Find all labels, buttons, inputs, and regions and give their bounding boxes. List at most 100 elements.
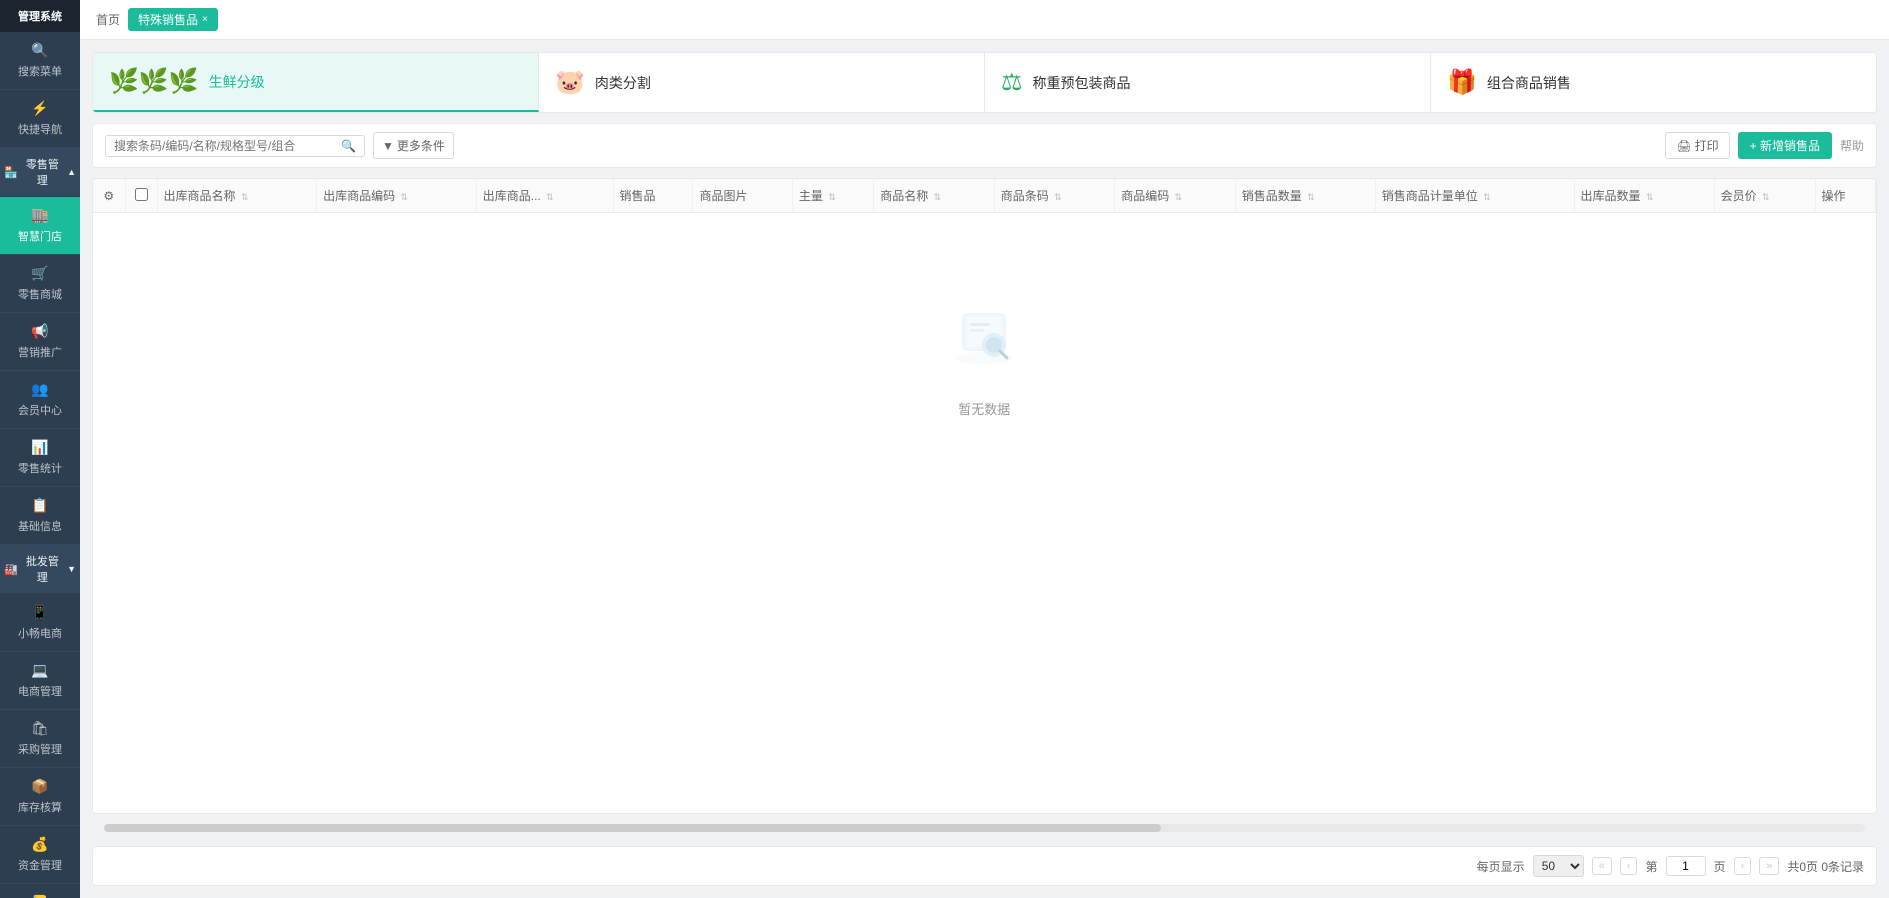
sidebar-item-sales-promo[interactable]: 📢 营销推广 (0, 313, 80, 371)
sidebar-item-label: 小畅电商 (18, 625, 62, 641)
empty-icon (944, 293, 1024, 387)
empty-text: 暂无数据 (958, 399, 1010, 418)
th-member-price[interactable]: 会员价 ⇅ (1714, 179, 1815, 213)
settings-icon: ⚙ (103, 189, 114, 203)
retail-mgmt-icon: 🏪 (4, 166, 18, 179)
sidebar-item-mini-ecom[interactable]: 📱 小畅电商 (0, 594, 80, 652)
fresh-grade-icon: 🌿🌿🌿 (109, 67, 199, 96)
tab-scale-prepack-label: 称重预包装商品 (1033, 73, 1131, 93)
sidebar-item-inventory-check[interactable]: 📦 库存核算 (0, 768, 80, 826)
sidebar-item-purchase-mgmt[interactable]: 🛍 采购管理 (0, 710, 80, 768)
table-wrap: ⚙ 出库商品名称 ⇅ 出库商品编码 ⇅ (92, 178, 1877, 814)
scale-prepack-icon: ⚖ (1001, 68, 1023, 97)
sort-icon: ⇅ (241, 192, 249, 202)
page-size-label: 每页显示 (1477, 858, 1525, 875)
search-wrap[interactable]: 🔍 (105, 135, 365, 157)
retail-stats-icon: 📊 (31, 439, 48, 456)
th-goods-code[interactable]: 商品编码 ⇅ (1115, 179, 1235, 213)
sidebar-item-label: 营销推广 (18, 344, 62, 360)
sidebar-item-label: 快捷导航 (18, 121, 62, 137)
page-size-select[interactable]: 50 10 20 100 (1533, 855, 1584, 877)
sort-icon: ⇅ (1646, 192, 1654, 202)
sidebar-item-basic-info[interactable]: 📋 基础信息 (0, 487, 80, 545)
smart-store-icon: 🏬 (31, 207, 48, 224)
combo-sale-icon: 🎁 (1447, 68, 1477, 97)
new-sales-item-button[interactable]: + 新增销售品 (1738, 132, 1832, 159)
tab-combo-sale-label: 组合商品销售 (1487, 73, 1571, 93)
next-page-button[interactable]: › (1734, 857, 1752, 875)
select-all-checkbox[interactable] (135, 188, 148, 201)
th-goods-img[interactable]: 商品图片 (693, 179, 792, 213)
sidebar-item-wholesale-mgmt[interactable]: 🏭 批发管理 ▼ (0, 545, 80, 594)
empty-state: 暂无数据 (93, 213, 1876, 498)
member-center-icon: 👥 (31, 381, 48, 398)
tab-fresh-grade-label: 生鲜分级 (209, 72, 265, 92)
th-out-goods-code[interactable]: 出库商品编码 ⇅ (317, 179, 477, 213)
sort-icon: ⇅ (1483, 192, 1491, 202)
sidebar-item-label: 搜索菜单 (18, 63, 62, 79)
sidebar-item-search-order[interactable]: 🔍 搜索菜单 (0, 32, 80, 90)
horizontal-scrollbar[interactable] (104, 824, 1865, 832)
close-tab-icon[interactable]: × (202, 14, 208, 25)
horizontal-scrollbar-thumb[interactable] (104, 824, 1161, 832)
sort-icon: ⇅ (400, 192, 408, 202)
th-sale-unit[interactable]: 销售商品计量单位 ⇅ (1375, 179, 1574, 213)
home-link[interactable]: 首页 (96, 11, 120, 28)
sidebar-item-retail-mall[interactable]: 🛒 零售商城 (0, 255, 80, 313)
filter-icon: ▼ (382, 139, 394, 153)
sort-icon: ⇅ (1762, 192, 1770, 202)
finance-mgmt-icon: 💰 (31, 836, 48, 853)
sidebar-item-member-center[interactable]: 👥 会员中心 (0, 371, 80, 429)
sort-icon: ⇅ (1307, 192, 1315, 202)
th-checkbox[interactable] (125, 179, 157, 213)
tab-scale-prepack[interactable]: ⚖ 称重预包装商品 (985, 53, 1431, 112)
sidebar-item-retail-stats[interactable]: 📊 零售统计 (0, 429, 80, 487)
th-settings[interactable]: ⚙ (93, 179, 125, 213)
th-out-goods-x[interactable]: 出库商品... ⇅ (476, 179, 613, 213)
page-suffix: 页 (1714, 858, 1726, 875)
search-input[interactable] (114, 139, 337, 153)
sidebar-item-label: 电商管理 (18, 683, 62, 699)
print-button[interactable]: 🖨 打印 (1665, 132, 1729, 159)
filter-label: 更多条件 (397, 137, 445, 154)
th-goods-barcode[interactable]: 商品条码 ⇅ (994, 179, 1114, 213)
retail-mgmt-arrow: ▲ (67, 167, 76, 177)
active-tab-label: 特殊销售品 (138, 11, 198, 28)
last-page-button[interactable]: » (1759, 857, 1779, 875)
sidebar-item-label: 库存核算 (18, 799, 62, 815)
help-button[interactable]: 帮助 (1840, 137, 1864, 154)
print-icon: 🖨 (1676, 139, 1691, 153)
sidebar-item-retail-mgmt[interactable]: 🏪 零售管理 ▲ (0, 148, 80, 197)
tab-meat-cut[interactable]: 🐷 肉类分割 (539, 53, 985, 112)
sidebar-item-label: 智慧门店 (18, 228, 62, 244)
table-header-row: ⚙ 出库商品名称 ⇅ 出库商品编码 ⇅ (93, 179, 1876, 213)
sidebar-item-finance-mgmt[interactable]: 💰 资金管理 (0, 826, 80, 884)
sidebar-item-general-ledger[interactable]: 📒 总账管理 (0, 884, 80, 898)
page-content: 🌿🌿🌿 生鲜分级 🐷 肉类分割 ⚖ 称重预包装商品 🎁 组合商品销售 🔍 (80, 40, 1889, 898)
first-page-button[interactable]: « (1592, 857, 1612, 875)
th-main-weight[interactable]: 主量 ⇅ (792, 179, 873, 213)
page-number-input[interactable] (1666, 856, 1706, 876)
active-tab-tag[interactable]: 特殊销售品 × (128, 8, 218, 31)
filter-button[interactable]: ▼ 更多条件 (373, 132, 454, 159)
prev-page-button[interactable]: ‹ (1620, 857, 1638, 875)
th-goods-name[interactable]: 商品名称 ⇅ (874, 179, 994, 213)
sidebar-item-ecom-mgmt[interactable]: 💻 电商管理 (0, 652, 80, 710)
general-ledger-icon: 📒 (31, 894, 48, 898)
sidebar-item-label: 采购管理 (18, 741, 62, 757)
data-table: ⚙ 出库商品名称 ⇅ 出库商品编码 ⇅ (93, 179, 1876, 498)
toolbar: 🔍 ▼ 更多条件 🖨 打印 + 新增销售品 帮助 (92, 123, 1877, 168)
table-body: 暂无数据 (93, 213, 1876, 499)
tab-combo-sale[interactable]: 🎁 组合商品销售 (1431, 53, 1876, 112)
th-out-goods-name[interactable]: 出库商品名称 ⇅ (157, 179, 317, 213)
sidebar-item-quick-nav[interactable]: ⚡ 快捷导航 (0, 90, 80, 148)
th-sale-goods[interactable]: 销售品 (613, 179, 693, 213)
tab-fresh-grade[interactable]: 🌿🌿🌿 生鲜分级 (93, 53, 539, 112)
sidebar-item-smart-store[interactable]: 🏬 智慧门店 (0, 197, 80, 255)
page-label: 第 (1645, 858, 1657, 875)
tab-cards: 🌿🌿🌿 生鲜分级 🐷 肉类分割 ⚖ 称重预包装商品 🎁 组合商品销售 (92, 52, 1877, 113)
th-sale-qty[interactable]: 销售品数量 ⇅ (1235, 179, 1375, 213)
sidebar-item-label: 零售统计 (18, 460, 62, 476)
th-out-qty[interactable]: 出库品数量 ⇅ (1574, 179, 1714, 213)
toolbar-right: 🖨 打印 + 新增销售品 帮助 (1665, 132, 1864, 159)
